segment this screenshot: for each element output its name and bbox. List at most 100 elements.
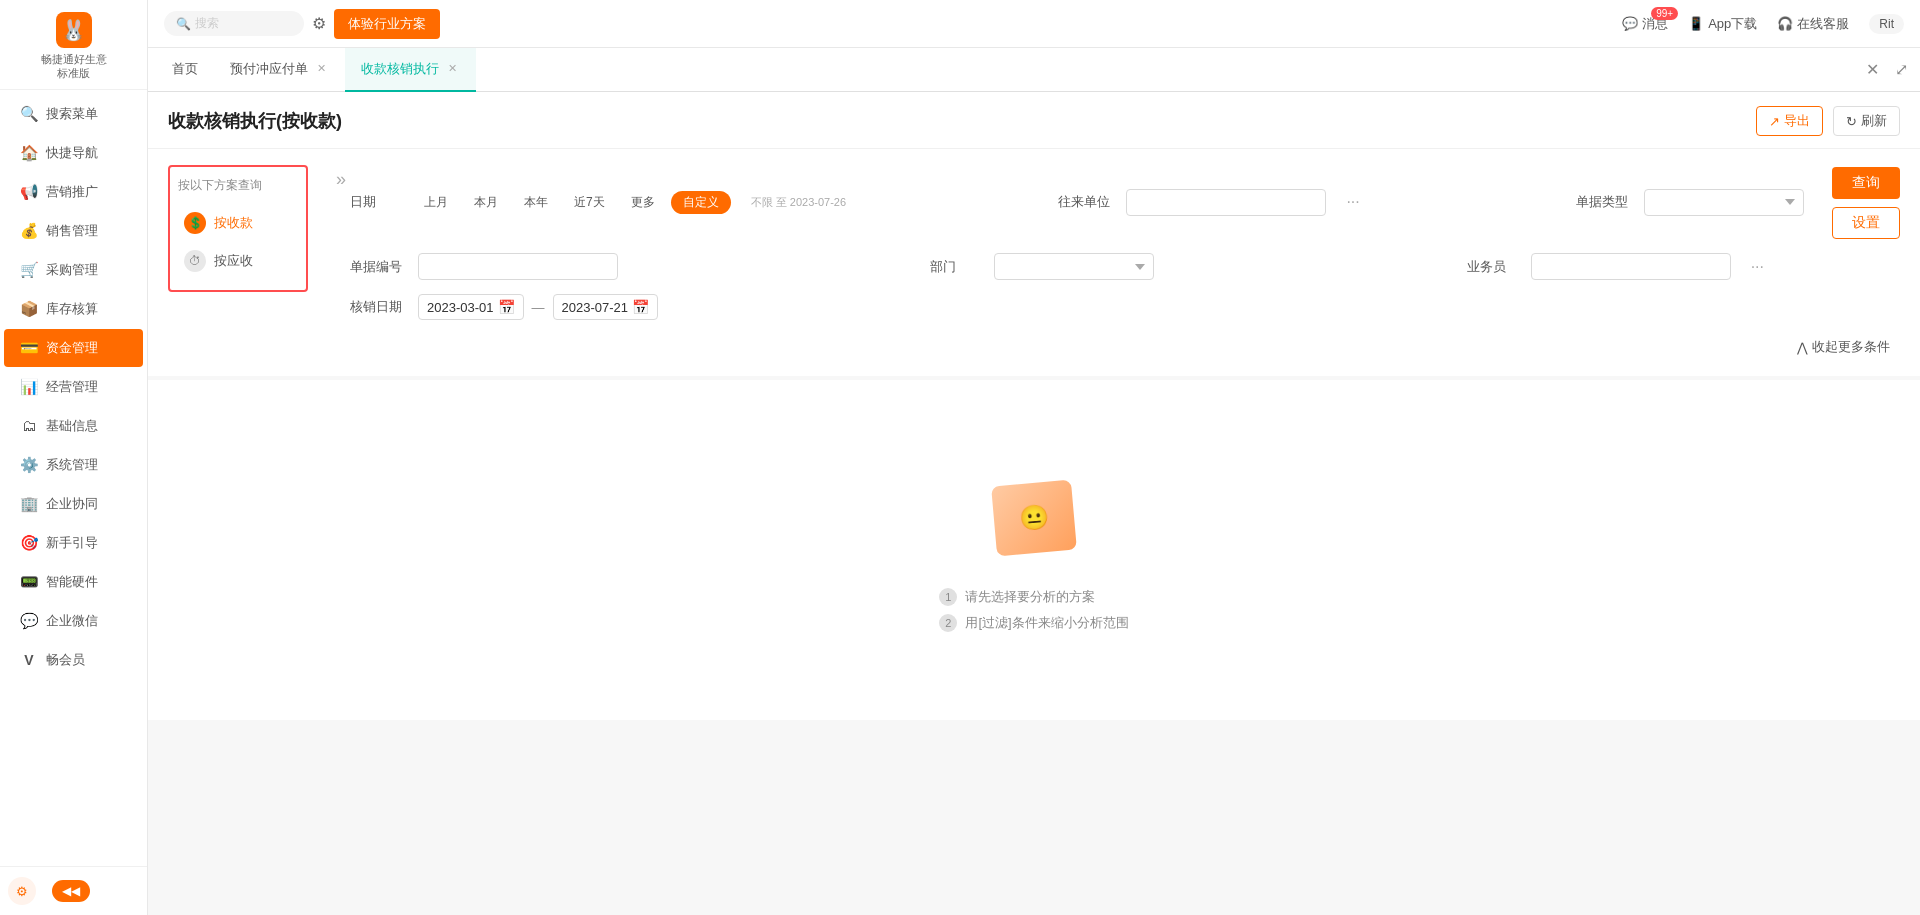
sidebar-item-quicknav[interactable]: 🏠 快捷导航 <box>4 134 143 172</box>
sidebar-item-member[interactable]: V 畅会员 <box>4 641 143 679</box>
doc-type-select[interactable] <box>1644 189 1804 216</box>
sidebar-item-label: 智能硬件 <box>46 573 98 591</box>
empty-hint-2: 2 用[过滤]条件来缩小分析范围 <box>939 614 1128 632</box>
filter-row-1: 日期 上月 本月 本年 近7天 更多 自定义 不限 至 2023-07-26 往… <box>350 165 1900 239</box>
staff-input[interactable] <box>1531 253 1731 280</box>
tab-receipt[interactable]: 收款核销执行 ✕ <box>345 48 476 92</box>
page-title: 收款核销执行(按收款) <box>168 109 342 145</box>
filter-option-by-receivable[interactable]: ⏱ 按应收 <box>178 242 298 280</box>
sidebar-item-wechat[interactable]: 💬 企业微信 <box>4 602 143 640</box>
partner-input[interactable] <box>1126 189 1326 216</box>
collapse-chevron-icon: ⋀ <box>1797 340 1808 355</box>
filter-row-2: 单据编号 部门 业务员 ··· <box>350 253 1900 280</box>
date-pill-more[interactable]: 更多 <box>621 191 665 214</box>
date-pill-last7days[interactable]: 近7天 <box>564 191 615 214</box>
filter-row-3: 核销日期 2023-03-01 📅 — 2023-07-21 📅 <box>350 294 1900 320</box>
by-receipt-label: 按收款 <box>214 214 253 232</box>
sidebar-item-basic[interactable]: 🗂 基础信息 <box>4 407 143 445</box>
sidebar-menu: 🔍 搜索菜单 🏠 快捷导航 📢 营销推广 💰 销售管理 🛒 采购管理 📦 库存核… <box>0 90 147 866</box>
calendar-start-icon: 📅 <box>498 299 515 315</box>
verify-date-start-val: 2023-03-01 <box>427 300 494 315</box>
topbar-search-placeholder: 搜索 <box>195 15 219 32</box>
prepay-tab-close[interactable]: ✕ <box>314 61 329 76</box>
topbar-app-download[interactable]: 📱 App下载 <box>1688 15 1757 33</box>
date-pill-last-month[interactable]: 上月 <box>414 191 458 214</box>
sidebar-item-label: 经营管理 <box>46 378 98 396</box>
sidebar-item-operation[interactable]: 📊 经营管理 <box>4 368 143 406</box>
home-tab-label: 首页 <box>172 60 198 78</box>
prepay-tab-label: 预付冲应付单 <box>230 60 308 78</box>
setting-button[interactable]: 设置 <box>1832 207 1900 239</box>
date-no-limit: 不限 至 2023-07-26 <box>751 195 846 210</box>
sidebar-item-system[interactable]: ⚙️ 系统管理 <box>4 446 143 484</box>
verify-date-end-val: 2023-07-21 <box>562 300 629 315</box>
date-pill-custom[interactable]: 自定义 <box>671 191 731 214</box>
message-icon: 💬 <box>1622 16 1638 31</box>
partner-ellipsis-icon[interactable]: ··· <box>1342 193 1363 211</box>
sidebar-item-marketing[interactable]: 📢 营销推广 <box>4 173 143 211</box>
sidebar-item-enterprise[interactable]: 🏢 企业协同 <box>4 485 143 523</box>
finance-icon: 💳 <box>20 339 38 357</box>
enterprise-icon: 🏢 <box>20 495 38 513</box>
staff-ellipsis-icon[interactable]: ··· <box>1747 258 1768 276</box>
sidebar-logo: 🐰 畅捷通好生意 标准版 <box>0 0 147 90</box>
date-pill-this-year[interactable]: 本年 <box>514 191 558 214</box>
refresh-button[interactable]: ↻ 刷新 <box>1833 106 1900 136</box>
tab-close-all-icon[interactable]: ✕ <box>1862 56 1883 83</box>
receipt-tab-close[interactable]: ✕ <box>445 61 460 76</box>
tab-prepay[interactable]: 预付冲应付单 ✕ <box>214 48 345 92</box>
date-label: 日期 <box>350 193 398 211</box>
date-pills: 上月 本月 本年 近7天 更多 自定义 <box>414 191 731 214</box>
sidebar-item-purchase[interactable]: 🛒 采购管理 <box>4 251 143 289</box>
empty-illustration: 😐 <box>974 468 1094 568</box>
verify-date-start-input[interactable]: 2023-03-01 📅 <box>418 294 524 320</box>
topbar-message-button[interactable]: 💬 消息 99+ <box>1622 15 1668 33</box>
date-range-separator: — <box>532 300 545 315</box>
collapse-icon: ◀◀ <box>62 884 80 898</box>
sidebar-bottom: ⚙ ◀◀ <box>0 866 147 915</box>
empty-hints: 1 请先选择要分析的方案 2 用[过滤]条件来缩小分析范围 <box>939 588 1128 632</box>
tab-expand-icon[interactable]: ⤢ <box>1891 56 1912 83</box>
export-button[interactable]: ↗ 导出 <box>1756 106 1823 136</box>
filter-actions: 查询 设置 <box>1832 165 1900 239</box>
settings-icon[interactable]: ⚙ <box>8 877 36 905</box>
verify-date-end-input[interactable]: 2023-07-21 📅 <box>553 294 659 320</box>
dept-select[interactable] <box>994 253 1154 280</box>
sidebar-item-label: 采购管理 <box>46 261 98 279</box>
sidebar-item-hardware[interactable]: 📟 智能硬件 <box>4 563 143 601</box>
app-download-label: App下载 <box>1708 15 1757 33</box>
industry-solution-button[interactable]: 体验行业方案 <box>334 9 440 39</box>
export-icon: ↗ <box>1769 114 1780 129</box>
filter-scheme-panel: 按以下方案查询 💲 按收款 ⏱ 按应收 <box>168 165 308 292</box>
sidebar-item-label: 营销推广 <box>46 183 98 201</box>
sidebar-item-search[interactable]: 🔍 搜索菜单 <box>4 95 143 133</box>
sidebar-item-finance[interactable]: 💳 资金管理 <box>4 329 143 367</box>
operation-icon: 📊 <box>20 378 38 396</box>
sidebar-item-guide[interactable]: 🎯 新手引导 <box>4 524 143 562</box>
topbar-right: 💬 消息 99+ 📱 App下载 🎧 在线客服 Rit <box>1622 14 1904 34</box>
refresh-label: 刷新 <box>1861 112 1887 130</box>
topbar-customer-service[interactable]: 🎧 在线客服 <box>1777 15 1849 33</box>
filter-option-by-receipt[interactable]: 💲 按收款 <box>178 204 298 242</box>
topbar-user-info[interactable]: Rit <box>1869 14 1904 34</box>
member-icon: V <box>20 652 38 668</box>
filter-area: 按以下方案查询 💲 按收款 ⏱ 按应收 » 日期 <box>148 149 1920 376</box>
collapse-more-button[interactable]: ⋀ 收起更多条件 <box>1787 334 1900 360</box>
sidebar-item-label: 资金管理 <box>46 339 98 357</box>
sidebar-collapse-button[interactable]: ◀◀ <box>52 880 90 902</box>
empty-state: 😐 1 请先选择要分析的方案 2 用[过滤]条件来缩小分析范围 <box>148 380 1920 720</box>
sidebar-item-label: 企业协同 <box>46 495 98 513</box>
empty-box-face-icon: 😐 <box>1018 503 1050 534</box>
date-pill-this-month[interactable]: 本月 <box>464 191 508 214</box>
wechat-icon: 💬 <box>20 612 38 630</box>
topbar-search-box[interactable]: 🔍 搜索 <box>164 11 304 36</box>
doc-num-input[interactable] <box>418 253 618 280</box>
sidebar-item-inventory[interactable]: 📦 库存核算 <box>4 290 143 328</box>
query-button[interactable]: 查询 <box>1832 167 1900 199</box>
topbar-left: 🔍 搜索 ⚙ 体验行业方案 <box>164 9 1610 39</box>
topbar-gear-icon[interactable]: ⚙ <box>312 14 326 33</box>
empty-hint-2-text: 用[过滤]条件来缩小分析范围 <box>965 614 1128 632</box>
tab-home[interactable]: 首页 <box>156 48 214 92</box>
sidebar-item-sales[interactable]: 💰 销售管理 <box>4 212 143 250</box>
filter-scheme-collapse-button[interactable]: » <box>332 169 350 190</box>
